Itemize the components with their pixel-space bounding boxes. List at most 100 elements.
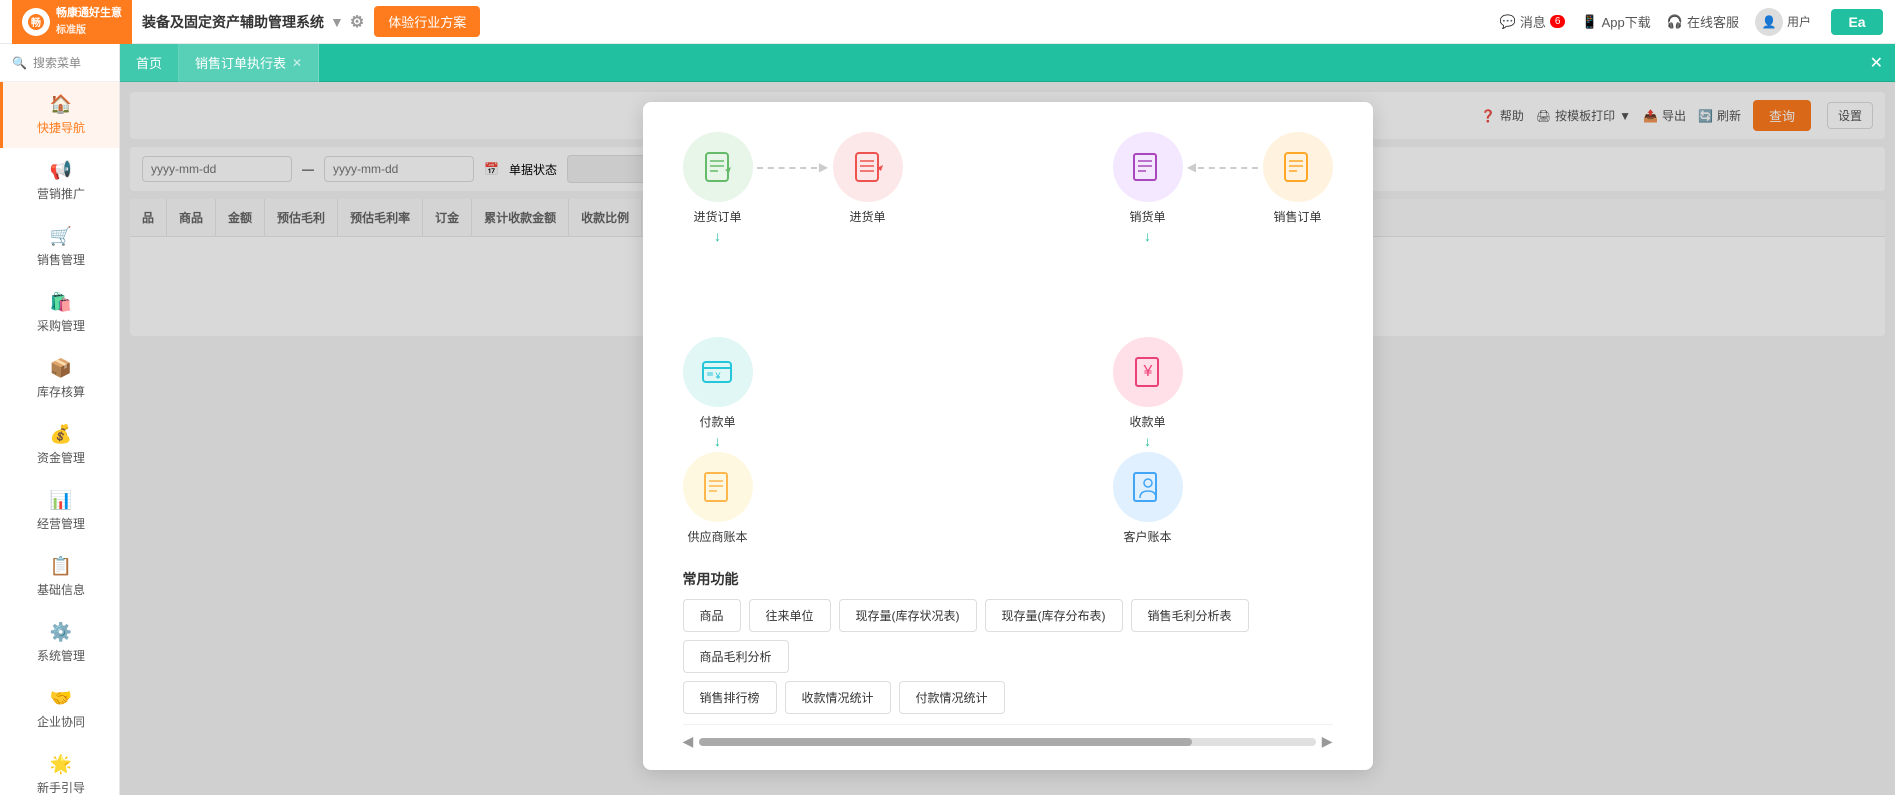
sidebar-item-system[interactable]: ⚙️ 系统管理 [0,610,119,676]
sidebar-item-sales[interactable]: 🛒 销售管理 [0,214,119,280]
newbie-icon: 🌟 [50,754,72,775]
message-icon: 💬 [1500,14,1516,30]
sidebar: 🔍 搜索菜单 🏠 快捷导航 📢 营销推广 🛒 销售管理 🛍️ 采购管理 📦 库存… [0,44,120,795]
system-title-area: 装备及固定资产辅助管理系统 ▼ ⚙ [142,12,364,32]
sidebar-label-finance: 资金管理 [37,449,85,466]
online-service-button[interactable]: 🎧 在线客服 [1667,12,1739,31]
sidebar-label-enterprise: 企业协同 [37,713,85,730]
popup-scrollbar: ◀ ▶ [683,724,1333,750]
node-customer-account[interactable]: 客户账本 [1113,452,1183,545]
sidebar-item-newbie[interactable]: 🌟 新手引导 [0,742,119,795]
tab-home-label: 首页 [136,53,162,72]
func-btn-product-margin[interactable]: 商品毛利分析 [683,640,789,673]
system-title-text: 装备及固定资产辅助管理系统 [142,12,324,32]
user-name: 用户 [1787,13,1811,30]
operations-icon: 📊 [50,490,72,511]
sidebar-label-inventory: 库存核算 [37,383,85,400]
func-btn-sales-ranking[interactable]: 销售排行榜 [683,681,777,714]
scrollbar-track[interactable] [699,738,1315,746]
node-receipt[interactable]: ¥ 收款单 [1113,337,1183,430]
inventory-icon: 📦 [50,358,72,379]
online-service-label: 在线客服 [1687,12,1739,31]
user-avatar: 👤 [1755,8,1783,36]
sidebar-item-inventory[interactable]: 📦 库存核算 [0,346,119,412]
message-badge: 6 [1550,15,1566,28]
service-icon: 🎧 [1667,14,1683,30]
tab-home[interactable]: 首页 [120,44,179,82]
enterprise-icon: 🤝 [50,688,72,709]
logo-icon: 畅 [22,8,50,36]
func-btn-sales-margin[interactable]: 销售毛利分析表 [1131,599,1249,632]
node-payment[interactable]: ¥ 付款单 [683,337,753,430]
logo-area: 畅 畅康通好生意 标准版 [12,0,132,44]
sidebar-item-finance[interactable]: 💰 资金管理 [0,412,119,478]
sidebar-item-basic-info[interactable]: 📋 基础信息 [0,544,119,610]
tab-bar-close-btn[interactable]: ✕ [1858,53,1895,73]
experience-button[interactable]: 体验行业方案 [374,6,480,37]
svg-text:畅: 畅 [31,16,41,29]
node-sales-bill[interactable]: 销货单 [1113,132,1183,225]
func-btn-payment-stats[interactable]: 付款情况统计 [899,681,1005,714]
search-menu-label: 搜索菜单 [33,54,81,71]
tab-sales-order[interactable]: 销售订单执行表 ✕ [179,44,319,82]
func-btn-receipt-stats[interactable]: 收款情况统计 [785,681,891,714]
tab-close-icon[interactable]: ✕ [292,56,302,70]
scroll-left-icon[interactable]: ◀ [683,733,694,750]
tab-sales-order-label: 销售订单执行表 [195,53,286,72]
settings-icon[interactable]: ⚙ [350,12,364,32]
node-purchase-bill[interactable]: 进货单 [833,132,903,225]
sidebar-item-marketing[interactable]: 📢 营销推广 [0,148,119,214]
message-button[interactable]: 💬 消息 6 [1500,12,1566,31]
node-sales-order[interactable]: 销售订单 [1263,132,1333,225]
message-label: 消息 [1520,12,1546,31]
tab-bar: 首页 销售订单执行表 ✕ ✕ [120,44,1895,82]
sidebar-item-operations[interactable]: 📊 经营管理 [0,478,119,544]
app-download-icon: 📱 [1581,14,1597,30]
sidebar-label-marketing: 营销推广 [37,185,85,202]
header-right: 💬 消息 6 📱 App下载 🎧 在线客服 👤 用户 Ea [1500,8,1883,36]
sidebar-item-enterprise[interactable]: 🤝 企业协同 [0,676,119,742]
func-btn-counterparty[interactable]: 往来单位 [749,599,831,632]
sidebar-label-newbie: 新手引导 [37,779,85,795]
sidebar-label-quick-nav: 快捷导航 [37,119,85,136]
system-icon: ⚙️ [50,622,72,643]
sidebar-label-sales: 销售管理 [37,251,85,268]
func-btn-stock-dist[interactable]: 现存量(库存分布表) [985,599,1123,632]
svg-text:¥: ¥ [1142,363,1152,380]
system-dropdown-icon[interactable]: ▼ [330,14,344,30]
sidebar-label-operations: 经营管理 [37,515,85,532]
marketing-icon: 📢 [50,160,72,181]
app-subtitle: 标准版 [56,21,122,36]
node-supplier-account[interactable]: 供应商账本 [683,452,753,545]
sidebar-item-quick-nav[interactable]: 🏠 快捷导航 [0,82,119,148]
search-menu-item[interactable]: 🔍 搜索菜单 [0,44,119,82]
home-icon: 🏠 [50,94,72,115]
sidebar-item-purchase[interactable]: 🛍️ 采购管理 [0,280,119,346]
sidebar-label-system: 系统管理 [37,647,85,664]
content-area: 首页 销售订单执行表 ✕ ✕ ❓ 帮助 🖨 按模板打印 ▼ [120,44,1895,795]
sidebar-label-basic-info: 基础信息 [37,581,85,598]
common-title: 常用功能 [683,569,1333,589]
search-icon: 🔍 [12,56,27,70]
svg-text:¥: ¥ [714,371,721,381]
func-btn-stock-status[interactable]: 现存量(库存状况表) [839,599,977,632]
common-functions: 常用功能 商品 往来单位 现存量(库存状况表) 现存量(库存分布表) 销售毛利分… [683,569,1333,714]
app-title: 畅康通好生意 [56,7,122,20]
node-purchase-order[interactable]: 进货订单 [683,132,753,225]
user-area[interactable]: 👤 用户 [1755,8,1811,36]
basic-info-icon: 📋 [50,556,72,577]
quick-nav-panel: 进货订单 ↓ ¥ 付款单 ↓ 供应商账本 ▶ 进货单 [120,82,1895,795]
func-btn-product[interactable]: 商品 [683,599,741,632]
sales-icon: 🛒 [50,226,72,247]
ea-badge: Ea [1831,9,1883,35]
finance-icon: 💰 [50,424,72,445]
purchase-icon: 🛍️ [50,292,72,313]
app-download-button[interactable]: 📱 App下载 [1581,12,1650,31]
scrollbar-thumb [699,738,1192,746]
quick-nav-box: 进货订单 ↓ ¥ 付款单 ↓ 供应商账本 ▶ 进货单 [643,102,1373,770]
scroll-right-icon[interactable]: ▶ [1322,733,1333,750]
function-btns-row1: 商品 往来单位 现存量(库存状况表) 现存量(库存分布表) 销售毛利分析表 商品… [683,599,1333,673]
sidebar-label-purchase: 采购管理 [37,317,85,334]
function-btns-row2: 销售排行榜 收款情况统计 付款情况统计 [683,681,1333,714]
app-download-label: App下载 [1602,12,1651,31]
